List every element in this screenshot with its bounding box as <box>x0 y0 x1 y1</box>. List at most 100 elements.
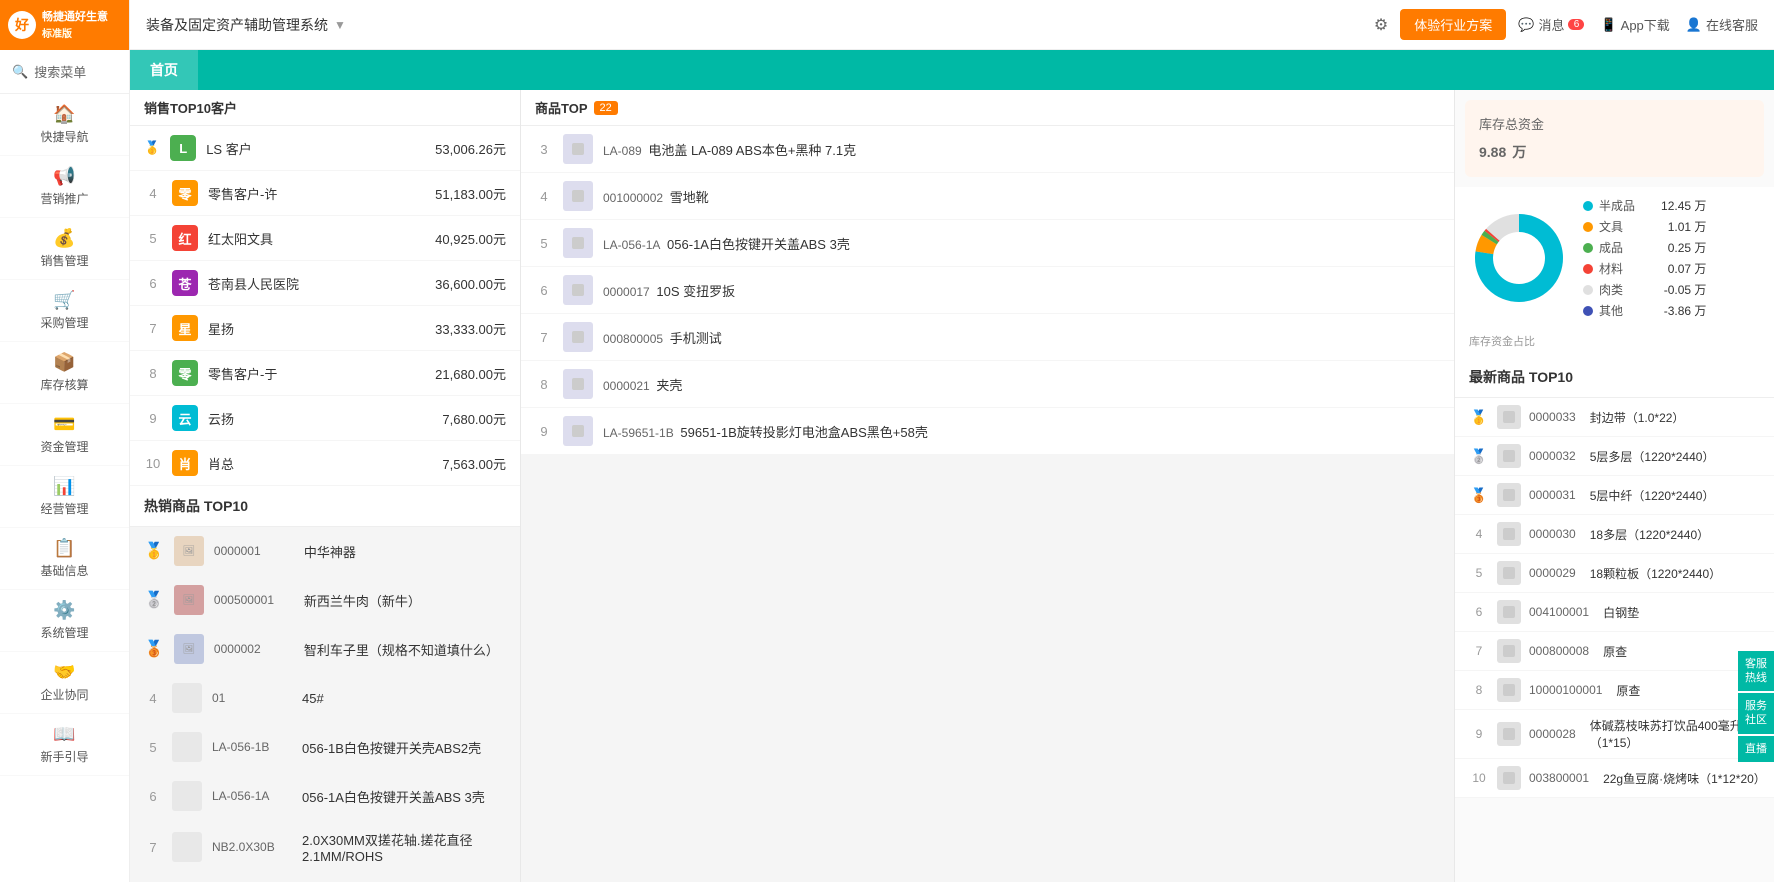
product-rank-item[interactable]: 4 001000002 雪地靴 <box>521 173 1454 220</box>
tab-home[interactable]: 首页 <box>130 50 198 90</box>
hot-product-item[interactable]: 🥇 🖼 0000001 中华神器 <box>130 527 520 576</box>
sidebar-item-label: 经营管理 <box>40 500 88 517</box>
sidebar-item-label: 采购管理 <box>40 314 88 331</box>
product-thumbnail <box>1497 722 1521 746</box>
product-rank-item[interactable]: 6 0000017 10S 变扭罗扳 <box>521 267 1454 314</box>
hot-product-item[interactable]: 8 0000011 12070519-xs <box>130 874 520 882</box>
new-product-item[interactable]: 9 0000028 体碱荔枝味苏打饮品400毫升（1*15） <box>1455 710 1774 759</box>
donut-chart <box>1469 208 1569 308</box>
product-name: 45# <box>302 691 324 706</box>
customer-list-item[interactable]: 5 红 红太阳文具 40,925.00元 <box>130 216 520 261</box>
new-product-item[interactable]: 🥇 0000033 封边带（1.0*22） <box>1455 398 1774 437</box>
customer-list-item[interactable]: 7 星 星扬 33,333.00元 <box>130 306 520 351</box>
sidebar-item-label: 新手引导 <box>40 748 88 765</box>
donut-chart-container: 半成品 12.45 万 文具 1.01 万 成品 0.25 万 材料 0.07 … <box>1455 187 1774 329</box>
sidebar-item-system[interactable]: ⚙️ 系统管理 <box>0 590 129 652</box>
sidebar-item-operations[interactable]: 📊 经营管理 <box>0 466 129 528</box>
hot-product-item[interactable]: 5 LA-056-1B 056-1B白色按键开关壳ABS2壳 <box>130 723 520 772</box>
hot-product-item[interactable]: 7 NB2.0X30B 2.0X30MM双搓花轴.搓花直径2.1MM/ROHS <box>130 821 520 874</box>
legend-value: 1.01 万 <box>1648 218 1707 235</box>
hot-product-item[interactable]: 6 LA-056-1A 056-1A白色按键开关盖ABS 3壳 <box>130 772 520 821</box>
legend-value: -3.86 万 <box>1644 302 1707 319</box>
customer-name: 红太阳文具 <box>208 229 425 248</box>
product-code: LA-056-1A <box>212 789 292 803</box>
sidebar-item-label: 基础信息 <box>40 562 88 579</box>
new-product-item[interactable]: 4 0000030 18多层（1220*2440） <box>1455 515 1774 554</box>
customer-list-item[interactable]: 🥇 L LS 客户 53,006.26元 <box>130 126 520 171</box>
product-rank-item[interactable]: 5 LA-056-1A 056-1A白色按键开关盖ABS 3壳 <box>521 220 1454 267</box>
system-name: 装备及固定资产辅助管理系统 ▼ <box>146 15 1362 35</box>
customer-name: 苍南县人民医院 <box>208 274 425 293</box>
product-code: LA-056-1A 056-1A白色按键开关盖ABS 3壳 <box>603 234 1440 253</box>
product-rank-item[interactable]: 9 LA-59651-1B 59651-1B旋转投影灯电池盒ABS黑色+58壳 <box>521 408 1454 455</box>
gear-icon[interactable]: ⚙ <box>1374 15 1388 35</box>
product-thumbnail <box>563 369 593 399</box>
service-community-button[interactable]: 服务社区 <box>1738 693 1774 734</box>
legend-color-dot <box>1583 243 1593 253</box>
new-product-item[interactable]: 7 000800008 原查 <box>1455 632 1774 671</box>
hot-product-item[interactable]: 4 01 45# <box>130 674 520 723</box>
product-name: 5层中纤（1220*2440） <box>1590 487 1715 504</box>
new-products-title: 最新商品 TOP10 <box>1469 367 1573 387</box>
new-product-item[interactable]: 8 10000100001 原查 <box>1455 671 1774 710</box>
rank-number: 6 <box>1469 605 1489 619</box>
hot-product-item[interactable]: 🥉 🖼 0000002 智利车子里（规格不知道填什么） <box>130 625 520 674</box>
product-rank-item[interactable]: 3 LA-089 电池盖 LA-089 ABS本色+黑种 7.1克 <box>521 126 1454 173</box>
sidebar-item-sales[interactable]: 💰 销售管理 <box>0 218 129 280</box>
finance-icon: 💳 <box>53 414 75 435</box>
product-rank-item[interactable]: 8 0000021 夹壳 <box>521 361 1454 408</box>
new-product-item[interactable]: 🥉 0000031 5层中纤（1220*2440） <box>1455 476 1774 515</box>
search-menu-button[interactable]: 🔍 搜索菜单 <box>8 58 121 85</box>
legend-label: 成品 <box>1599 239 1623 256</box>
new-products-header: 最新商品 TOP10 <box>1455 357 1774 398</box>
sidebar-search-area: 🔍 搜索菜单 <box>0 50 129 94</box>
live-button[interactable]: 直播 <box>1738 736 1774 762</box>
sidebar-item-enterprise[interactable]: 🤝 企业协同 <box>0 652 129 714</box>
product-name: 2.0X30MM双搓花轴.搓花直径2.1MM/ROHS <box>302 830 506 864</box>
product-info: LA-089 电池盖 LA-089 ABS本色+黑种 7.1克 <box>603 140 1440 159</box>
rank-number: 10 <box>1469 771 1489 785</box>
new-product-item[interactable]: 10 003800001 22g鱼豆腐·烧烤味（1*12*20） <box>1455 759 1774 798</box>
product-info: LA-056-1A 056-1A白色按键开关盖ABS 3壳 <box>603 234 1440 253</box>
product-count-badge: 22 <box>594 101 618 115</box>
customer-list-item[interactable]: 10 肖 肖总 7,563.00元 <box>130 441 520 486</box>
rank-number: 3 <box>535 142 553 157</box>
sidebar-item-purchase[interactable]: 🛒 采购管理 <box>0 280 129 342</box>
customer-list-item[interactable]: 6 苍 苍南县人民医院 36,600.00元 <box>130 261 520 306</box>
trial-button[interactable]: 体验行业方案 <box>1400 9 1506 40</box>
rank-number: 9 <box>144 411 162 426</box>
dropdown-icon[interactable]: ▼ <box>334 18 346 32</box>
message-button[interactable]: 💬 消息 6 <box>1518 15 1584 34</box>
product-rank-item[interactable]: 7 000800005 手机测试 <box>521 314 1454 361</box>
product-code: LA-59651-1B 59651-1B旋转投影灯电池盒ABS黑色+58壳 <box>603 422 1440 441</box>
customer-service-hotline-button[interactable]: 客服热线 <box>1738 651 1774 692</box>
content-area: 销售TOP10客户 🥇 L LS 客户 53,006.26元 4 零 零售客户-… <box>130 90 1774 882</box>
app-download-button[interactable]: 📱 App下载 <box>1600 15 1669 34</box>
legend-value: 0.25 万 <box>1648 239 1707 256</box>
rank-number: 5 <box>1469 566 1489 580</box>
customer-list-item[interactable]: 4 零 零售客户-许 51,183.00元 <box>130 171 520 216</box>
sidebar-item-basics[interactable]: 📋 基础信息 <box>0 528 129 590</box>
new-product-item[interactable]: 5 0000029 18颗粒板（1220*2440） <box>1455 554 1774 593</box>
hot-products-header: 热销商品 TOP10 <box>130 486 520 527</box>
legend-color-dot <box>1583 264 1593 274</box>
main-area: 装备及固定资产辅助管理系统 ▼ ⚙ 体验行业方案 💬 消息 6 📱 App下载 … <box>130 0 1774 882</box>
online-service-label: 在线客服 <box>1706 15 1758 34</box>
sidebar-item-marketing[interactable]: 📢 营销推广 <box>0 156 129 218</box>
sidebar-item-quick-nav[interactable]: 🏠 快捷导航 <box>0 94 129 156</box>
legend-value: 12.45 万 <box>1641 197 1706 214</box>
hot-product-item[interactable]: 🥈 🖼 000500001 新西兰牛肉（新牛） <box>130 576 520 625</box>
product-name: 智利车子里（规格不知道填什么） <box>304 640 499 659</box>
sidebar-item-inventory[interactable]: 📦 库存核算 <box>0 342 129 404</box>
legend-label: 其他 <box>1599 302 1623 319</box>
sidebar-item-guide[interactable]: 📖 新手引导 <box>0 714 129 776</box>
sidebar-item-finance[interactable]: 💳 资金管理 <box>0 404 129 466</box>
new-product-item[interactable]: 6 004100001 白钢垫 <box>1455 593 1774 632</box>
customer-list-item[interactable]: 9 云 云扬 7,680.00元 <box>130 396 520 441</box>
rank-medal-icon: 🥇 <box>144 140 160 156</box>
sidebar-item-label: 资金管理 <box>40 438 88 455</box>
customer-list-item[interactable]: 8 零 零售客户-于 21,680.00元 <box>130 351 520 396</box>
online-service-button[interactable]: 👤 在线客服 <box>1686 15 1758 34</box>
inventory-icon: 📦 <box>53 352 75 373</box>
new-product-item[interactable]: 🥈 0000032 5层多层（1220*2440） <box>1455 437 1774 476</box>
